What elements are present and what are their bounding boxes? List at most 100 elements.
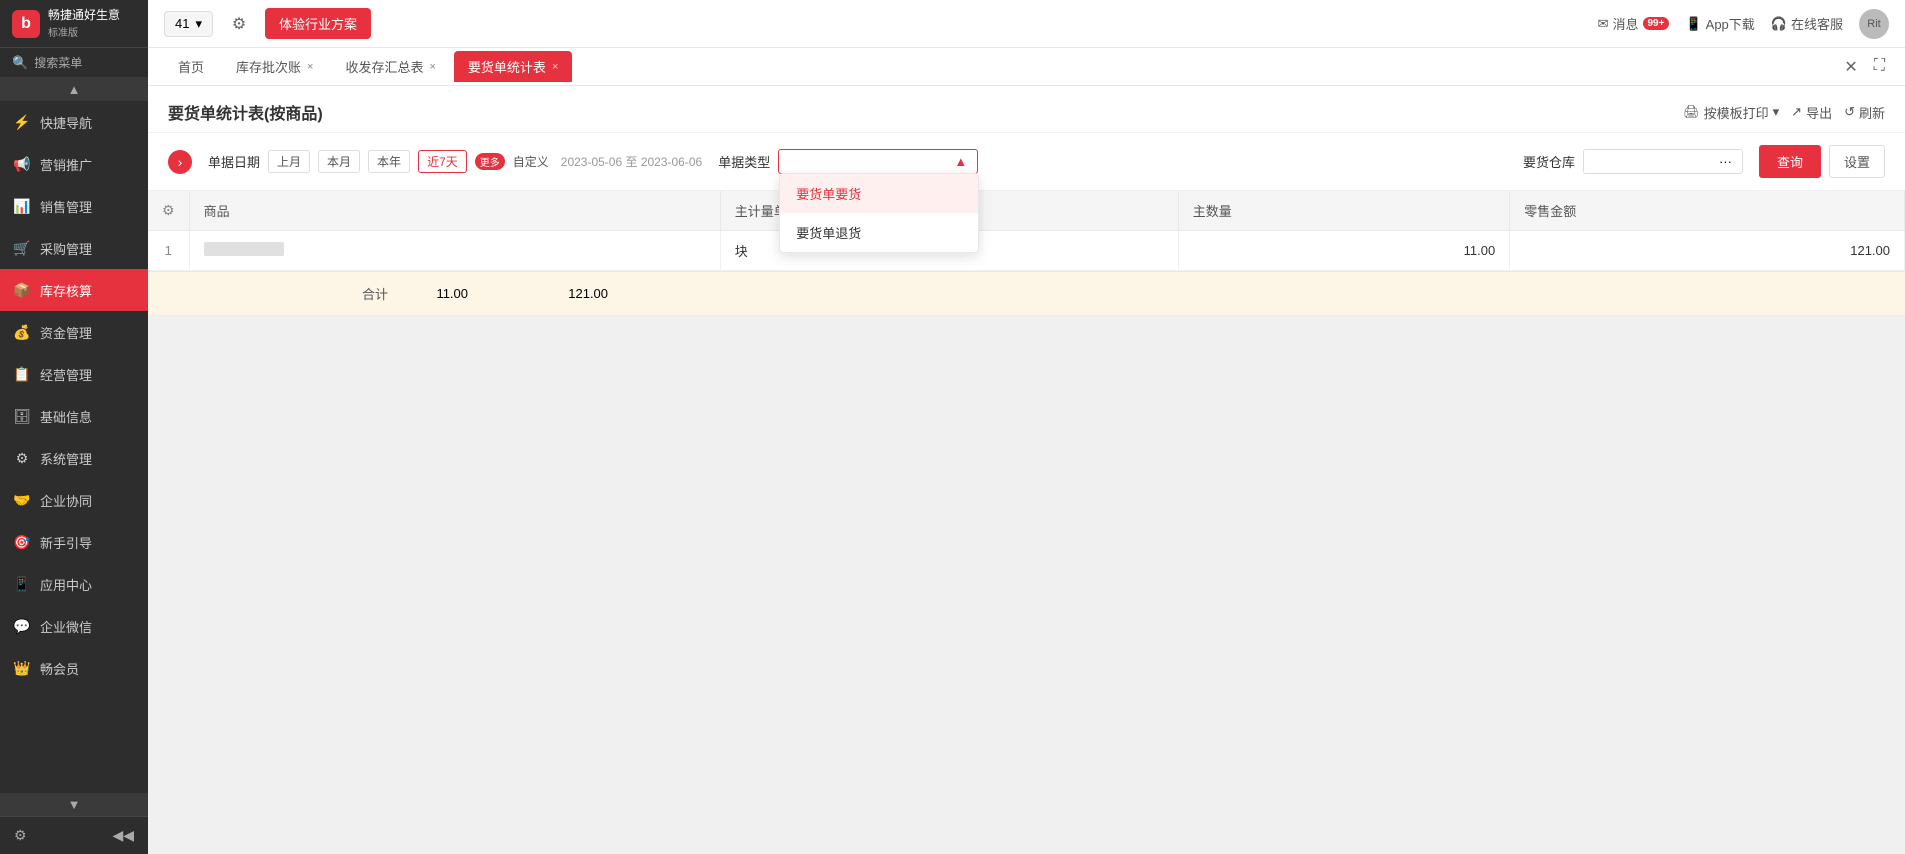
sidebar-item-guide[interactable]: 🎯 新手引导 <box>0 521 148 563</box>
export-label: 导出 <box>1806 103 1832 122</box>
dropdown-option-order-goods[interactable]: 要货单要货 <box>780 174 978 213</box>
sidebar-item-sales[interactable]: 📊销售管理 <box>0 185 148 227</box>
online-service[interactable]: 🎧 在线客服 <box>1771 14 1843 33</box>
nav-icon-marketing: 📢 <box>12 154 32 174</box>
sidebar-item-app-center[interactable]: 📱应用中心 <box>0 563 148 605</box>
app-name: 畅捷通好生意 <box>48 8 120 24</box>
sidebar-item-base-info[interactable]: 🗄 基础信息 <box>0 395 148 437</box>
export-btn[interactable]: ↗ 导出 <box>1791 103 1832 122</box>
nav-icon-guide: 🎯 <box>12 532 32 552</box>
sidebar-bottom: ⚙ ◀◀ <box>0 816 148 854</box>
filter-actions: 查询 设置 <box>1759 145 1885 178</box>
collapse-icon[interactable]: ◀◀ <box>112 827 134 844</box>
date-range: 2023-05-06 至 2023-06-06 <box>561 153 702 170</box>
search-icon: 🔍 <box>12 55 28 71</box>
nav-label-guide: 新手引导 <box>40 533 92 552</box>
tab-batch-account[interactable]: 库存批次账× <box>222 51 327 82</box>
topbar: 41 ▾ ⚙ 体验行业方案 ✉ 消息 99+ 📱 App下载 🎧 在线客服 Ri… <box>148 0 1905 48</box>
search-menu[interactable]: 🔍 搜索菜单 <box>0 48 148 78</box>
app-download[interactable]: 📱 App下载 <box>1685 14 1754 33</box>
tab-label-send-receive: 收发存汇总表 <box>345 57 423 76</box>
nav-icon-purchase: 🛒 <box>12 238 32 258</box>
dropdown-option-order-return[interactable]: 要货单退货 <box>780 213 978 252</box>
nav-icon-inventory: 📦 <box>12 280 32 300</box>
tab-selector[interactable]: 41 ▾ <box>164 11 213 37</box>
print-btn[interactable]: 🖨 按模板打印 ▾ <box>1683 103 1779 122</box>
date-btn-this-month[interactable]: 本月 <box>318 150 360 173</box>
chevron-up-icon: ▲ <box>68 82 81 97</box>
date-btn-7days[interactable]: 近7天 <box>418 150 467 173</box>
scroll-up-btn[interactable]: ▲ <box>0 78 148 101</box>
sidebar-item-inventory[interactable]: 📦库存核算 <box>0 269 148 311</box>
date-label: 单据日期 <box>208 152 260 171</box>
sidebar-item-quick-nav[interactable]: ⚡ 快捷导航 <box>0 101 148 143</box>
th-qty: 主数量 <box>1178 191 1509 231</box>
sidebar-item-finance[interactable]: 💰资金管理 <box>0 311 148 353</box>
nav-label-app-center: 应用中心 <box>40 575 92 594</box>
cell-amount-0: 121.00 <box>1510 231 1905 271</box>
tab-close-send-receive[interactable]: × <box>429 61 435 73</box>
fullscreen-btn[interactable]: ⛶ <box>1870 55 1889 79</box>
more-date-badge[interactable]: 更多 <box>475 153 505 170</box>
tab-order-stats[interactable]: 要货单统计表× <box>454 51 572 82</box>
nav-icon-system: ⚙ <box>12 448 32 468</box>
tab-home[interactable]: 首页 <box>164 51 218 82</box>
th-settings: ⚙ <box>148 191 189 231</box>
filter-toggle-btn[interactable]: › <box>168 150 192 174</box>
cell-qty-0: 11.00 <box>1178 231 1509 271</box>
sidebar-item-marketing[interactable]: 📢营销推广 <box>0 143 148 185</box>
industry-btn[interactable]: 体验行业方案 <box>265 8 371 39</box>
service-icon: 🎧 <box>1771 16 1787 32</box>
page-header: 要货单统计表(按商品) 🖨 按模板打印 ▾ ↗ 导出 ↺ 刷新 <box>148 86 1905 133</box>
message-notif[interactable]: ✉ 消息 99+ <box>1598 14 1670 33</box>
custom-date-btn[interactable]: 自定义 <box>513 153 549 170</box>
sidebar-item-wechat[interactable]: 💬企业微信 <box>0 605 148 647</box>
table-container: ⚙ 商品 主计量单位 主数量 零售金额 1 块 11.00 121.00 <box>148 191 1905 271</box>
chevron-down-icon: ▾ <box>1773 104 1780 120</box>
footer-qty: 11.00 <box>408 286 468 301</box>
warehouse-select[interactable]: ··· <box>1583 149 1743 174</box>
nav-icon-base-info: 🗄 <box>12 406 32 426</box>
topbar-left: 41 ▾ ⚙ 体验行业方案 <box>164 8 371 39</box>
column-settings-icon[interactable]: ⚙ <box>162 202 175 218</box>
date-btn-last-month[interactable]: 上月 <box>268 150 310 173</box>
message-label: 消息 <box>1612 14 1638 33</box>
sidebar: b 畅捷通好生意 标准版 🔍 搜索菜单 ▲ ⚡ 快捷导航 📢营销推广📊销售管理🛒采购… <box>0 0 148 854</box>
tab-send-receive[interactable]: 收发存汇总表 × <box>331 51 449 82</box>
sidebar-item-system[interactable]: ⚙ 系统管理 <box>0 437 148 479</box>
sidebar-item-purchase[interactable]: 🛒采购管理 <box>0 227 148 269</box>
setting-btn[interactable]: 设置 <box>1829 145 1885 178</box>
th-amount: 零售金额 <box>1510 191 1905 231</box>
close-all-tabs-btn[interactable]: ✕ <box>1840 55 1861 79</box>
nav-label-base-info: 基础信息 <box>40 407 92 426</box>
app-logo: b 畅捷通好生意 标准版 <box>0 0 148 48</box>
topbar-right: ✉ 消息 99+ 📱 App下载 🎧 在线客服 Rit <box>1598 9 1889 39</box>
query-btn[interactable]: 查询 <box>1759 145 1821 178</box>
nav-label-finance: 资金管理 <box>40 323 92 342</box>
nav-label-quick-nav: 快捷导航 <box>40 113 92 132</box>
topbar-settings-btn[interactable]: ⚙ <box>225 10 253 38</box>
sidebar-item-member[interactable]: 👑畅会员 <box>0 647 148 689</box>
sidebar-item-enterprise[interactable]: 🤝企业协同 <box>0 479 148 521</box>
tab-selector-value: 41 <box>175 16 189 31</box>
type-select[interactable]: ▲ 要货单要货 要货单退货 <box>778 149 978 174</box>
sidebar-item-operation[interactable]: 📋经营管理 <box>0 353 148 395</box>
user-avatar[interactable]: Rit <box>1859 9 1889 39</box>
search-label: 搜索菜单 <box>34 54 82 71</box>
scroll-down-btn[interactable]: ▼ <box>0 793 148 816</box>
nav-label-operation: 经营管理 <box>40 365 92 384</box>
app-icon: 📱 <box>1685 16 1701 32</box>
table-footer: 合计 11.00 121.00 <box>148 271 1905 315</box>
export-icon: ↗ <box>1791 104 1802 120</box>
settings-icon[interactable]: ⚙ <box>14 827 27 844</box>
nav-label-system: 系统管理 <box>40 449 92 468</box>
tab-close-order-stats[interactable]: × <box>552 61 558 73</box>
user-name: Rit <box>1867 18 1880 30</box>
page-actions: 🖨 按模板打印 ▾ ↗ 导出 ↺ 刷新 <box>1683 103 1885 122</box>
footer-label: 合计 <box>162 284 388 303</box>
logo-icon: b <box>12 10 40 38</box>
tab-close-batch-account[interactable]: × <box>307 61 313 73</box>
refresh-btn[interactable]: ↺ 刷新 <box>1844 103 1885 122</box>
date-btn-this-year[interactable]: 本年 <box>368 150 410 173</box>
nav-icon-quick-nav: ⚡ <box>12 112 32 132</box>
